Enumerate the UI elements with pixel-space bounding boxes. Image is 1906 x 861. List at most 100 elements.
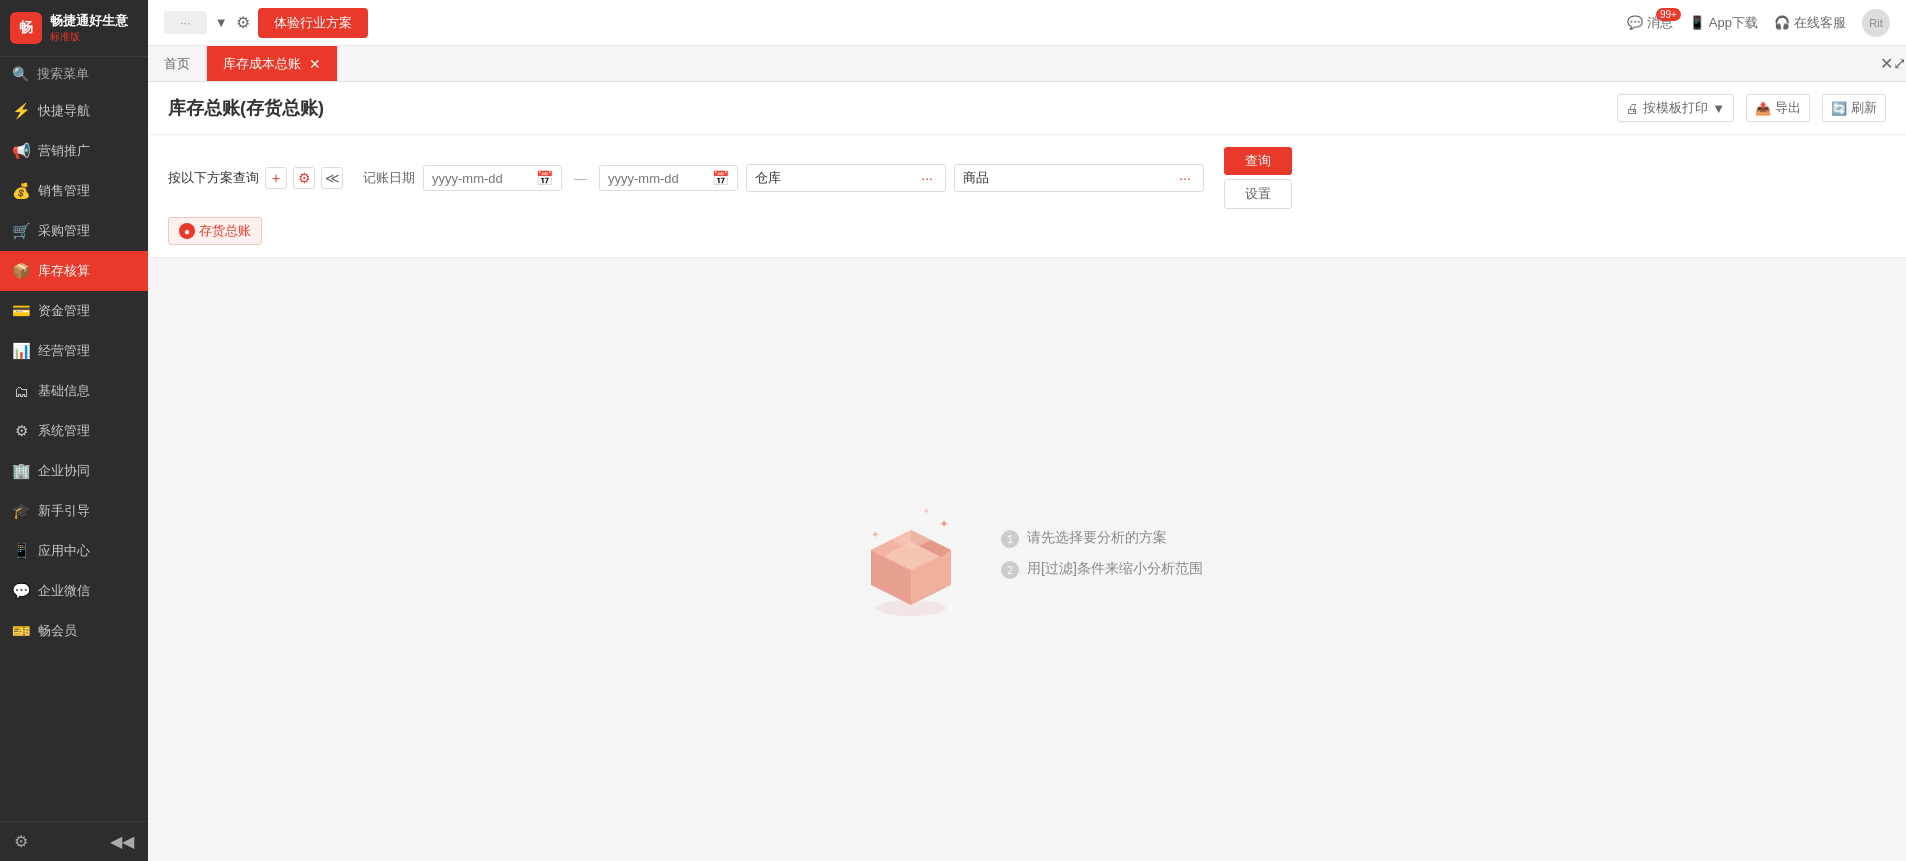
top-bar: ··· ▼ ⚙ 体验行业方案 💬 消息 99+ 📱 App下载 🎧 在线客服 R… (148, 0, 1906, 46)
step2-text: 用[过滤]条件来缩小分析范围 (1027, 560, 1203, 578)
app-center-icon: 📱 (12, 542, 30, 560)
print-icon: 🖨 (1626, 101, 1639, 116)
refresh-btn[interactable]: 🔄 刷新 (1822, 94, 1886, 122)
top-bar-right: 💬 消息 99+ 📱 App下载 🎧 在线客服 Rit (1627, 9, 1890, 37)
sidebar-item-finance[interactable]: 💳 资金管理 (0, 291, 148, 331)
sidebar-collapse-icon[interactable]: ◀◀ (110, 832, 134, 851)
filter-scheme: 按以下方案查询 + ⚙ ≪ (168, 167, 343, 189)
sidebar-item-app-center[interactable]: 📱 应用中心 (0, 531, 148, 571)
online-support-action[interactable]: 🎧 在线客服 (1774, 14, 1846, 32)
main-area: ··· ▼ ⚙ 体验行业方案 💬 消息 99+ 📱 App下载 🎧 在线客服 R… (148, 0, 1906, 861)
member-icon: 🎫 (12, 622, 30, 640)
date-to-input[interactable] (608, 171, 708, 186)
warehouse-select[interactable]: 仓库 ··· (746, 164, 946, 192)
sidebar-item-member[interactable]: 🎫 畅会员 (0, 611, 148, 651)
sidebar-item-purchase[interactable]: 🛒 采购管理 (0, 211, 148, 251)
print-dropdown-icon[interactable]: ▼ (1712, 101, 1725, 116)
scheme-label: 按以下方案查询 (168, 169, 259, 187)
system-icon: ⚙ (12, 422, 30, 440)
sidebar-item-sales[interactable]: 💰 销售管理 (0, 171, 148, 211)
query-btn[interactable]: 查询 (1224, 147, 1292, 175)
empty-step2: 2 用[过滤]条件来缩小分析范围 (1001, 560, 1203, 579)
warehouse-label: 仓库 (755, 169, 917, 187)
sidebar-nav: ⚡ 快捷导航 📢 营销推广 💰 销售管理 🛒 采购管理 📦 库存核算 💳 资金管… (0, 91, 148, 821)
page-title: 库存总账(存货总账) (168, 96, 324, 120)
dropdown-icon[interactable]: ▼ (215, 15, 228, 30)
sidebar-logo: 畅 畅捷通好生意 标准版 (0, 0, 148, 57)
tab-bar: 首页 库存成本总账 ✕ ✕ ⤢ (148, 46, 1906, 82)
messages-action[interactable]: 💬 消息 99+ (1627, 14, 1673, 32)
finance-icon: 💳 (12, 302, 30, 320)
tab-inventory-ledger[interactable]: 库存成本总账 ✕ (207, 46, 338, 81)
basic-info-icon: 🗂 (12, 383, 30, 400)
warehouse-more-btn[interactable]: ··· (917, 170, 937, 186)
scheme-item[interactable]: ● 存货总账 (168, 217, 262, 245)
sidebar-item-basic-info[interactable]: 🗂 基础信息 (0, 371, 148, 411)
sidebar-item-operations[interactable]: 📊 经营管理 (0, 331, 148, 371)
step1-num: 1 (1001, 530, 1019, 548)
sidebar-item-wechat[interactable]: 💬 企业微信 (0, 571, 148, 611)
user-avatar[interactable]: Rit (1862, 9, 1890, 37)
export-btn[interactable]: 📤 导出 (1746, 94, 1810, 122)
date-separator: — (570, 171, 591, 186)
add-scheme-btn[interactable]: + (265, 167, 287, 189)
empty-state: ✦ ✦ ✦ 1 请先选择要分析的方案 2 用[过滤]条件来缩小分析范围 (851, 500, 1203, 620)
product-more-btn[interactable]: ··· (1175, 170, 1195, 186)
search-icon: 🔍 (12, 66, 29, 82)
calendar-from-icon[interactable]: 📅 (536, 170, 553, 186)
newbie-icon: 🎓 (12, 502, 30, 520)
filter-inputs: 记账日期 📅 — 📅 仓库 ··· 商品 ··· (363, 147, 1886, 209)
print-btn[interactable]: 🖨 按模板打印 ▼ (1617, 94, 1734, 122)
sidebar-footer: ⚙ ◀◀ (0, 821, 148, 861)
enterprise-icon: 🏢 (12, 462, 30, 480)
empty-step1: 1 请先选择要分析的方案 (1001, 529, 1203, 548)
tab-home[interactable]: 首页 (148, 46, 207, 81)
app-download-action[interactable]: 📱 App下载 (1689, 14, 1758, 32)
sidebar-settings-icon[interactable]: ⚙ (14, 832, 28, 851)
page-header-actions: 🖨 按模板打印 ▼ 📤 导出 🔄 刷新 (1617, 94, 1886, 122)
page-header: 库存总账(存货总账) 🖨 按模板打印 ▼ 📤 导出 🔄 刷新 (148, 82, 1906, 135)
svg-text:✦: ✦ (871, 529, 879, 540)
sidebar-search[interactable]: 🔍 搜索菜单 (0, 57, 148, 91)
sidebar-item-inventory[interactable]: 📦 库存核算 (0, 251, 148, 291)
svg-text:✦: ✦ (923, 507, 930, 516)
date-label: 记账日期 (363, 169, 415, 187)
wechat-icon: 💬 (12, 582, 30, 600)
sidebar: 畅 畅捷通好生意 标准版 🔍 搜索菜单 ⚡ 快捷导航 📢 营销推广 💰 销售管理… (0, 0, 148, 861)
product-select[interactable]: 商品 ··· (954, 164, 1204, 192)
breadcrumb: ··· (164, 11, 207, 34)
tab-close-icon[interactable]: ✕ (309, 56, 321, 72)
settings-scheme-btn[interactable]: ⚙ (293, 167, 315, 189)
support-icon: 🎧 (1774, 15, 1790, 30)
collapse-filter-btn[interactable]: ≪ (321, 167, 343, 189)
step2-num: 2 (1001, 561, 1019, 579)
product-label: 商品 (963, 169, 1175, 187)
settings-filter-btn[interactable]: 设置 (1224, 179, 1292, 209)
empty-illustration: ✦ ✦ ✦ (851, 500, 971, 620)
filter-area: 按以下方案查询 + ⚙ ≪ 记账日期 📅 — 📅 仓库 (148, 135, 1906, 258)
scheme-item-label: 存货总账 (199, 222, 251, 240)
message-icon: 💬 (1627, 15, 1643, 30)
topbar-settings-icon[interactable]: ⚙ (236, 13, 250, 32)
industry-btn[interactable]: 体验行业方案 (258, 8, 368, 38)
export-icon: 📤 (1755, 101, 1771, 116)
app-name: 畅捷通好生意 标准版 (50, 13, 128, 43)
calendar-to-icon[interactable]: 📅 (712, 170, 729, 186)
scheme-dot: ● (179, 223, 195, 239)
sidebar-item-quick-nav[interactable]: ⚡ 快捷导航 (0, 91, 148, 131)
quick-nav-icon: ⚡ (12, 102, 30, 120)
inventory-icon: 📦 (12, 262, 30, 280)
sidebar-item-newbie[interactable]: 🎓 新手引导 (0, 491, 148, 531)
sidebar-item-enterprise[interactable]: 🏢 企业协同 (0, 451, 148, 491)
app-logo-icon: 畅 (10, 12, 42, 44)
date-from-wrap: 📅 (423, 165, 562, 191)
sidebar-item-system[interactable]: ⚙ 系统管理 (0, 411, 148, 451)
panel-close-button[interactable]: ✕ (1880, 54, 1893, 73)
panel-resize-button[interactable]: ⤢ (1893, 54, 1906, 73)
date-from-input[interactable] (432, 171, 532, 186)
sidebar-item-marketing[interactable]: 📢 营销推广 (0, 131, 148, 171)
filter-action-btns: 查询 设置 (1224, 147, 1292, 209)
empty-text: 1 请先选择要分析的方案 2 用[过滤]条件来缩小分析范围 (1001, 529, 1203, 591)
scheme-items-row: ● 存货总账 (168, 209, 1886, 245)
refresh-icon: 🔄 (1831, 101, 1847, 116)
